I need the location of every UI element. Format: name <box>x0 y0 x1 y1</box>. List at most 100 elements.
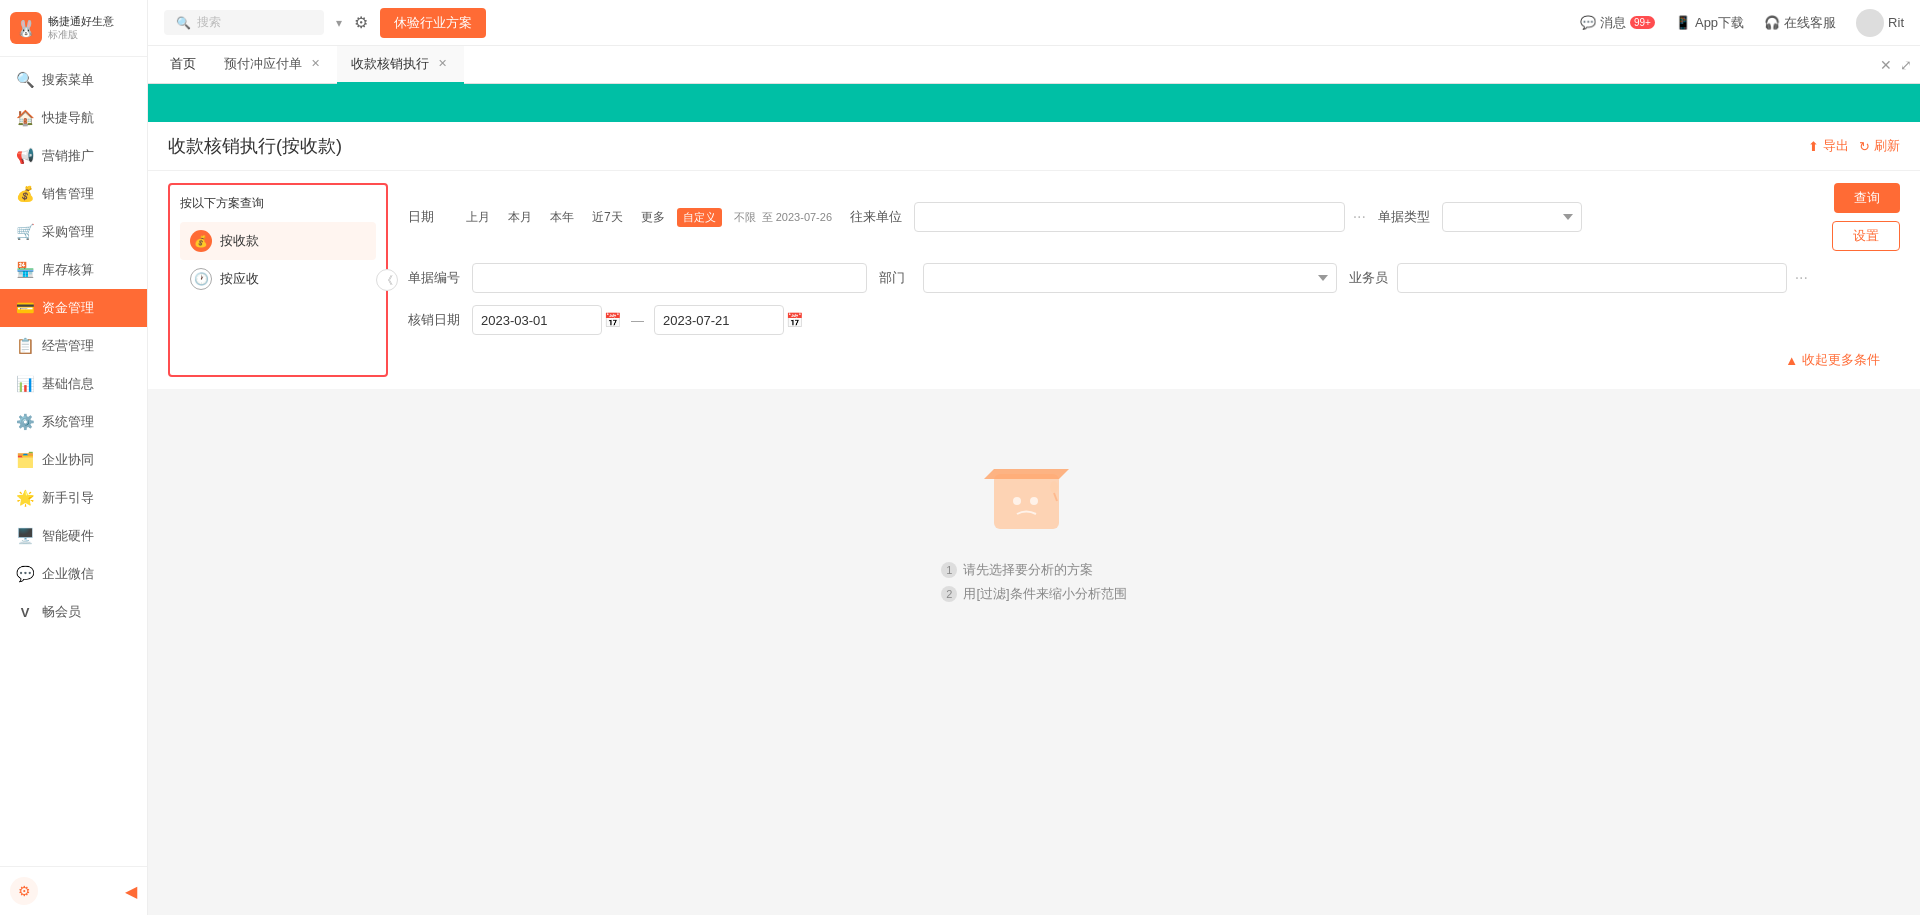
svg-point-4 <box>1050 481 1058 493</box>
search-icon: 🔍 <box>176 16 191 30</box>
doc-type-label: 单据类型 <box>1378 208 1434 226</box>
message-btn[interactable]: 💬 消息 99+ <box>1580 14 1655 32</box>
refresh-label: 刷新 <box>1874 137 1900 155</box>
export-label: 导出 <box>1823 137 1849 155</box>
filter-option-by-receipt[interactable]: 💰 按收款 <box>180 222 376 260</box>
filter-option-by-receivable[interactable]: 🕐 按应收 <box>180 260 376 298</box>
collapse-more-btn[interactable]: ▲ 收起更多条件 <box>408 347 1900 377</box>
doc-number-group: 单据编号 <box>408 263 867 293</box>
quick-nav-icon: 🏠 <box>16 109 34 127</box>
marketing-icon: 📢 <box>16 147 34 165</box>
sidebar-item-member[interactable]: V 畅会员 <box>0 593 147 631</box>
sidebar-collapse-btn[interactable]: ◀ <box>125 882 137 901</box>
hint-1-num: 1 <box>941 562 957 578</box>
verify-date-start-calendar[interactable]: 📅 <box>604 312 621 328</box>
page-title: 收款核销执行(按收款) <box>168 134 342 170</box>
search-placeholder: 搜索 <box>197 14 221 31</box>
sidebar-settings-btn[interactable]: ⚙ <box>10 877 38 905</box>
svg-rect-0 <box>994 474 1059 529</box>
salesperson-dotdot[interactable]: ··· <box>1795 269 1808 287</box>
verify-date-start[interactable] <box>472 305 602 335</box>
date-to: 至 2023-07-26 <box>762 210 832 225</box>
tab-home[interactable]: 首页 <box>156 46 210 84</box>
app-download-btn[interactable]: 📱 App下载 <box>1675 14 1744 32</box>
tab-prepay-close[interactable]: ✕ <box>308 56 323 71</box>
sidebar-item-inventory[interactable]: 🏪 库存核算 <box>0 251 147 289</box>
hint-1-text: 请先选择要分析的方案 <box>963 561 1093 579</box>
sidebar-item-label: 搜索菜单 <box>42 71 94 89</box>
date-field-group: 日期 上月 本月 本年 近7天 更多 自定义 不限 至 2023-07-26 <box>408 207 838 228</box>
department-group: 部门 <box>879 263 1338 293</box>
doc-type-select[interactable] <box>1442 202 1582 232</box>
date-options: 上月 本月 本年 近7天 更多 自定义 不限 至 2023-07-26 <box>460 207 832 228</box>
topbar-gear-icon[interactable]: ⚙ <box>354 13 368 32</box>
date-opt-more[interactable]: 更多 <box>635 207 671 228</box>
tab-close-all-btn[interactable]: ✕ <box>1880 57 1892 73</box>
sidebar-item-basic-info[interactable]: 📊 基础信息 <box>0 365 147 403</box>
online-service-btn[interactable]: 🎧 在线客服 <box>1764 14 1836 32</box>
sidebar-item-label: 经营管理 <box>42 337 94 355</box>
user-profile-btn[interactable]: Rit <box>1856 9 1904 37</box>
wechat-icon: 💬 <box>16 565 34 583</box>
sidebar-footer: ⚙ ◀ <box>0 866 147 915</box>
salesperson-group: 业务员 ··· <box>1349 263 1808 293</box>
sidebar-item-smart-hw[interactable]: 🖥️ 智能硬件 <box>0 517 147 555</box>
empty-hint-1: 1 请先选择要分析的方案 <box>941 561 1093 579</box>
settings-btn[interactable]: 设置 <box>1832 221 1900 251</box>
sidebar-item-operations[interactable]: 📋 经营管理 <box>0 327 147 365</box>
filter-row-3: 核销日期 📅 — 📅 <box>408 305 1900 335</box>
date-opt-this-month[interactable]: 本月 <box>502 207 538 228</box>
online-service-label: 在线客服 <box>1784 14 1836 32</box>
filter-fields: 日期 上月 本月 本年 近7天 更多 自定义 不限 至 2023-07-26 <box>408 183 1900 377</box>
filter-actions: 查询 设置 <box>1820 183 1900 251</box>
date-opt-custom[interactable]: 自定义 <box>677 208 722 227</box>
app-download-label: App下载 <box>1695 14 1744 32</box>
tab-receivable-label: 收款核销执行 <box>351 55 429 73</box>
verify-date-end-calendar[interactable]: 📅 <box>786 312 803 328</box>
counterparty-dotdot[interactable]: ··· <box>1353 208 1366 226</box>
topbar-search-box[interactable]: 🔍 搜索 <box>164 10 324 35</box>
department-select[interactable] <box>923 263 1338 293</box>
filter-sidebar-title: 按以下方案查询 <box>180 195 376 212</box>
app-logo: 🐰 畅捷通好生意 标准版 <box>0 0 147 57</box>
date-opt-last-7[interactable]: 近7天 <box>586 207 629 228</box>
tab-prepay[interactable]: 预付冲应付单 ✕ <box>210 46 337 84</box>
doc-number-input[interactable] <box>472 263 867 293</box>
sidebar-item-purchase[interactable]: 🛒 采购管理 <box>0 213 147 251</box>
filter-panel: 按以下方案查询 💰 按收款 🕐 按应收 《 <box>148 171 1920 389</box>
purchase-icon: 🛒 <box>16 223 34 241</box>
filter-body: 按以下方案查询 💰 按收款 🕐 按应收 《 <box>148 171 1920 389</box>
doc-type-group: 单据类型 <box>1378 202 1808 232</box>
verify-date-input-group: 📅 — 📅 <box>472 305 803 335</box>
by-receipt-label: 按收款 <box>220 232 259 250</box>
tab-receivable[interactable]: 收款核销执行 ✕ <box>337 46 464 84</box>
sidebar-item-sales[interactable]: 💰 销售管理 <box>0 175 147 213</box>
sidebar-item-marketing[interactable]: 📢 营销推广 <box>0 137 147 175</box>
industry-btn[interactable]: 休验行业方案 <box>380 8 486 38</box>
logo-name: 畅捷通好生意 <box>48 14 114 28</box>
salesperson-input[interactable] <box>1397 263 1786 293</box>
verify-date-end[interactable] <box>654 305 784 335</box>
sidebar-item-capital[interactable]: 💳 资金管理 <box>0 289 147 327</box>
sidebar-item-beginner[interactable]: 🌟 新手引导 <box>0 479 147 517</box>
date-opt-this-year[interactable]: 本年 <box>544 207 580 228</box>
svg-point-3 <box>1030 497 1038 505</box>
sidebar-item-enterprise[interactable]: 🗂️ 企业协同 <box>0 441 147 479</box>
scheme-collapse-btn[interactable]: 《 <box>376 269 398 291</box>
sidebar-item-quick-nav[interactable]: 🏠 快捷导航 <box>0 99 147 137</box>
refresh-btn[interactable]: ↻ 刷新 <box>1859 137 1900 155</box>
by-receivable-label: 按应收 <box>220 270 259 288</box>
sidebar-item-wechat[interactable]: 💬 企业微信 <box>0 555 147 593</box>
date-opt-last-month[interactable]: 上月 <box>460 207 496 228</box>
tab-receivable-close[interactable]: ✕ <box>435 56 450 71</box>
department-label: 部门 <box>879 269 915 287</box>
sidebar-item-search-menu[interactable]: 🔍 搜索菜单 <box>0 61 147 99</box>
tab-expand-btn[interactable]: ⤢ <box>1900 57 1912 73</box>
counterparty-input[interactable] <box>914 202 1345 232</box>
query-btn[interactable]: 查询 <box>1834 183 1900 213</box>
topbar-chevron-icon[interactable]: ▾ <box>336 16 342 30</box>
sidebar-item-system[interactable]: ⚙️ 系统管理 <box>0 403 147 441</box>
counterparty-group: 往来单位 ··· <box>850 202 1366 232</box>
export-btn[interactable]: ⬆ 导出 <box>1808 137 1849 155</box>
date-label: 日期 <box>408 208 452 226</box>
